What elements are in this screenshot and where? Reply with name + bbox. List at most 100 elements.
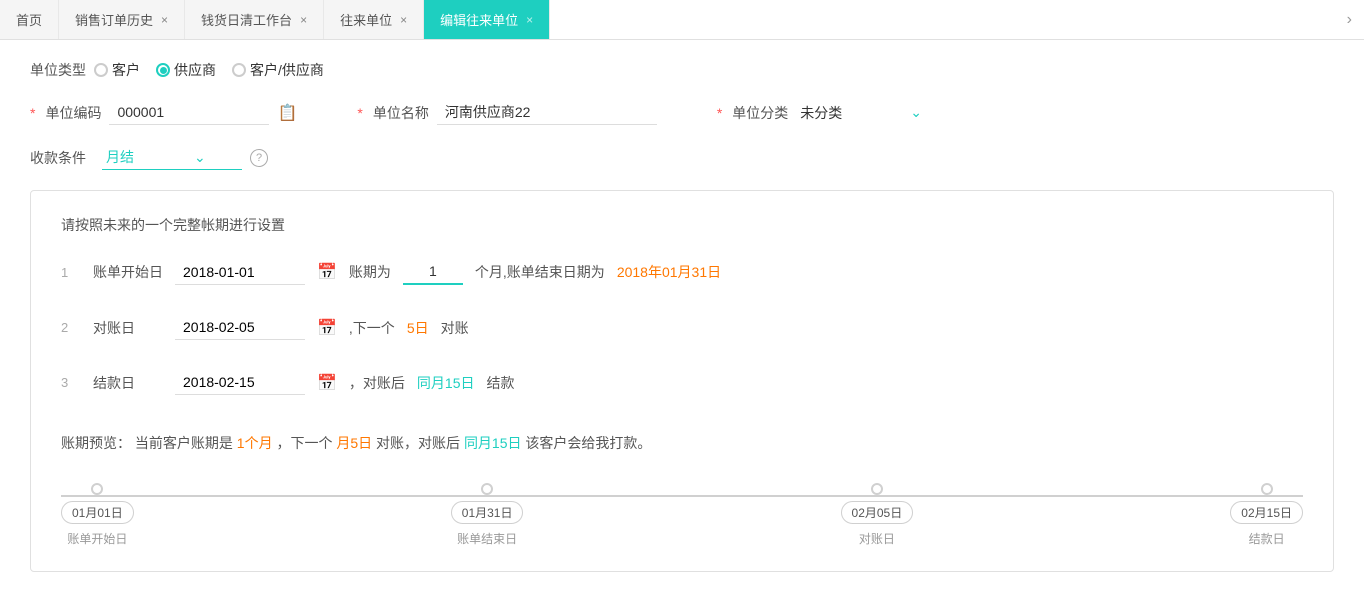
- tab-more-button[interactable]: ›: [1335, 0, 1364, 39]
- payment-select-arrow: ⌄: [194, 149, 206, 166]
- month-input[interactable]: [403, 259, 463, 285]
- row-label-3: 结款日: [93, 373, 163, 393]
- tab-counterparty-close[interactable]: ×: [400, 13, 407, 27]
- payment-select-value: 月结: [106, 147, 134, 167]
- copy-icon[interactable]: 📋: [277, 103, 297, 123]
- radio-both[interactable]: 客户/供应商: [232, 60, 324, 80]
- tab-edit-counterparty[interactable]: 编辑往来单位 ×: [424, 0, 550, 39]
- tab-home[interactable]: 首页: [0, 0, 59, 39]
- unit-code-input[interactable]: [109, 100, 269, 125]
- tab-cashflow-close[interactable]: ×: [300, 13, 307, 27]
- start-date-calendar-icon[interactable]: 📅: [317, 262, 337, 282]
- payment-row: 收款条件 月结 ⌄ ?: [30, 145, 1334, 170]
- unit-type-row: 单位类型 客户 供应商 客户/供应商: [30, 60, 1334, 80]
- timeline-name-2: 对账日: [859, 530, 895, 547]
- reconcile-date-calendar-icon[interactable]: 📅: [317, 318, 337, 338]
- tab-edit-counterparty-label: 编辑往来单位: [440, 10, 518, 29]
- timeline-name-3: 结款日: [1249, 530, 1285, 547]
- preview-teal: 同月15日: [464, 435, 522, 451]
- tab-bar: 首页 销售订单历史 × 钱货日清工作台 × 往来单位 × 编辑往来单位 × ›: [0, 0, 1364, 40]
- unit-name-group: * 单位名称: [357, 100, 656, 125]
- radio-both-label: 客户/供应商: [250, 60, 324, 80]
- timeline-name-0: 账单开始日: [67, 530, 127, 547]
- unit-category-value: 未分类: [800, 103, 842, 123]
- row-1-date-highlight: 2018年01月31日: [617, 262, 721, 282]
- preview-text-2: ，下一个: [276, 435, 332, 451]
- tab-cashflow[interactable]: 钱货日清工作台 ×: [185, 0, 324, 39]
- payment-date-input[interactable]: [175, 370, 305, 395]
- timeline-dot-2: [871, 483, 883, 495]
- tab-sales-history-close[interactable]: ×: [161, 13, 168, 27]
- start-date-input[interactable]: [175, 260, 305, 285]
- timeline-badge-2: 02月05日: [841, 501, 914, 524]
- unit-category-label: 单位分类: [732, 103, 788, 123]
- preview-label: 账期预览：: [61, 435, 131, 451]
- row-label-1: 账单开始日: [93, 262, 163, 282]
- timeline-badge-3: 02月15日: [1230, 501, 1303, 524]
- unit-type-label: 单位类型: [30, 60, 86, 80]
- tab-counterparty[interactable]: 往来单位 ×: [324, 0, 424, 39]
- payment-select[interactable]: 月结 ⌄: [102, 145, 242, 170]
- radio-customer-circle: [94, 63, 108, 77]
- preview-orange-2: 月5日: [336, 435, 372, 451]
- radio-supplier[interactable]: 供应商: [156, 60, 216, 80]
- timeline-dot-0: [91, 483, 103, 495]
- unit-name-label: 单位名称: [373, 103, 429, 123]
- preview-text-1: 当前客户账期是: [135, 435, 233, 451]
- preview-text: 账期预览： 当前客户账期是 1个月 ，下一个 月5日 对账，对账后 同月15日 …: [61, 425, 1303, 453]
- tab-counterparty-label: 往来单位: [340, 10, 392, 29]
- setting-row-2: 2 对账日 📅 ,下一个 5日 对账: [61, 315, 1303, 340]
- timeline-badge-1: 01月31日: [451, 501, 524, 524]
- payment-group: 收款条件 月结 ⌄ ?: [30, 145, 268, 170]
- help-icon[interactable]: ?: [250, 149, 268, 167]
- radio-group: 客户 供应商 客户/供应商: [94, 60, 324, 80]
- preview-text-3: 对账，对账后: [376, 435, 460, 451]
- tab-sales-history[interactable]: 销售订单历史 ×: [59, 0, 185, 39]
- radio-customer[interactable]: 客户: [94, 60, 140, 80]
- payment-label: 收款条件: [30, 148, 86, 168]
- setting-row-1: 1 账单开始日 📅 账期为 个月,账单结束日期为 2018年01月31日: [61, 259, 1303, 285]
- row-3-desc-suffix: 结款: [487, 373, 515, 393]
- unit-category-arrow[interactable]: ⌄: [910, 104, 922, 121]
- preview-text-4: 该客户会给我打款。: [525, 435, 651, 451]
- radio-supplier-label: 供应商: [174, 60, 216, 80]
- card-title: 请按照未来的一个完整帐期进行设置: [61, 215, 1303, 235]
- main-content: 单位类型 客户 供应商 客户/供应商 * 单位编码: [0, 40, 1364, 612]
- row-number-1: 1: [61, 265, 81, 280]
- payment-date-calendar-icon[interactable]: 📅: [317, 373, 337, 393]
- unit-category-group: * 单位分类 未分类 ⌄: [717, 103, 922, 123]
- radio-both-circle: [232, 63, 246, 77]
- row-2-desc-prefix: ,下一个: [349, 318, 395, 338]
- unit-name-input[interactable]: [437, 100, 657, 125]
- timeline-point-0: 01月01日 账单开始日: [61, 483, 134, 547]
- tab-cashflow-label: 钱货日清工作台: [201, 10, 292, 29]
- timeline: 01月01日 账单开始日 01月31日 账单结束日 02月05日 对账日 02月…: [61, 483, 1303, 547]
- timeline-point-3: 02月15日 结款日: [1230, 483, 1303, 547]
- tab-home-label: 首页: [16, 10, 42, 29]
- timeline-badge-0: 01月01日: [61, 501, 134, 524]
- tab-edit-counterparty-close[interactable]: ×: [526, 13, 533, 27]
- row-2-date-highlight: 5日: [407, 318, 429, 338]
- settings-card: 请按照未来的一个完整帐期进行设置 1 账单开始日 📅 账期为 个月,账单结束日期…: [30, 190, 1334, 572]
- unit-type-group: 单位类型 客户 供应商 客户/供应商: [30, 60, 324, 80]
- preview-orange-1: 1个月: [237, 435, 273, 451]
- timeline-name-1: 账单结束日: [457, 530, 517, 547]
- timeline-point-1: 01月31日 账单结束日: [451, 483, 524, 547]
- row-2-desc-suffix: 对账: [441, 318, 469, 338]
- row-number-2: 2: [61, 320, 81, 335]
- row-number-3: 3: [61, 375, 81, 390]
- radio-customer-label: 客户: [112, 60, 140, 80]
- radio-supplier-circle: [156, 63, 170, 77]
- timeline-points: 01月01日 账单开始日 01月31日 账单结束日 02月05日 对账日 02月…: [61, 483, 1303, 547]
- timeline-dot-1: [481, 483, 493, 495]
- reconcile-date-input[interactable]: [175, 315, 305, 340]
- unit-code-group: * 单位编码 📋: [30, 100, 297, 125]
- unit-info-row: * 单位编码 📋 * 单位名称 * 单位分类 未分类 ⌄: [30, 100, 1334, 125]
- timeline-dot-3: [1261, 483, 1273, 495]
- unit-code-star: *: [30, 105, 35, 121]
- row-3-date-highlight: 同月15日: [417, 373, 475, 393]
- row-label-2: 对账日: [93, 318, 163, 338]
- timeline-point-2: 02月05日 对账日: [841, 483, 914, 547]
- row-3-desc-prefix: ，对账后: [349, 373, 405, 393]
- tab-sales-history-label: 销售订单历史: [75, 10, 153, 29]
